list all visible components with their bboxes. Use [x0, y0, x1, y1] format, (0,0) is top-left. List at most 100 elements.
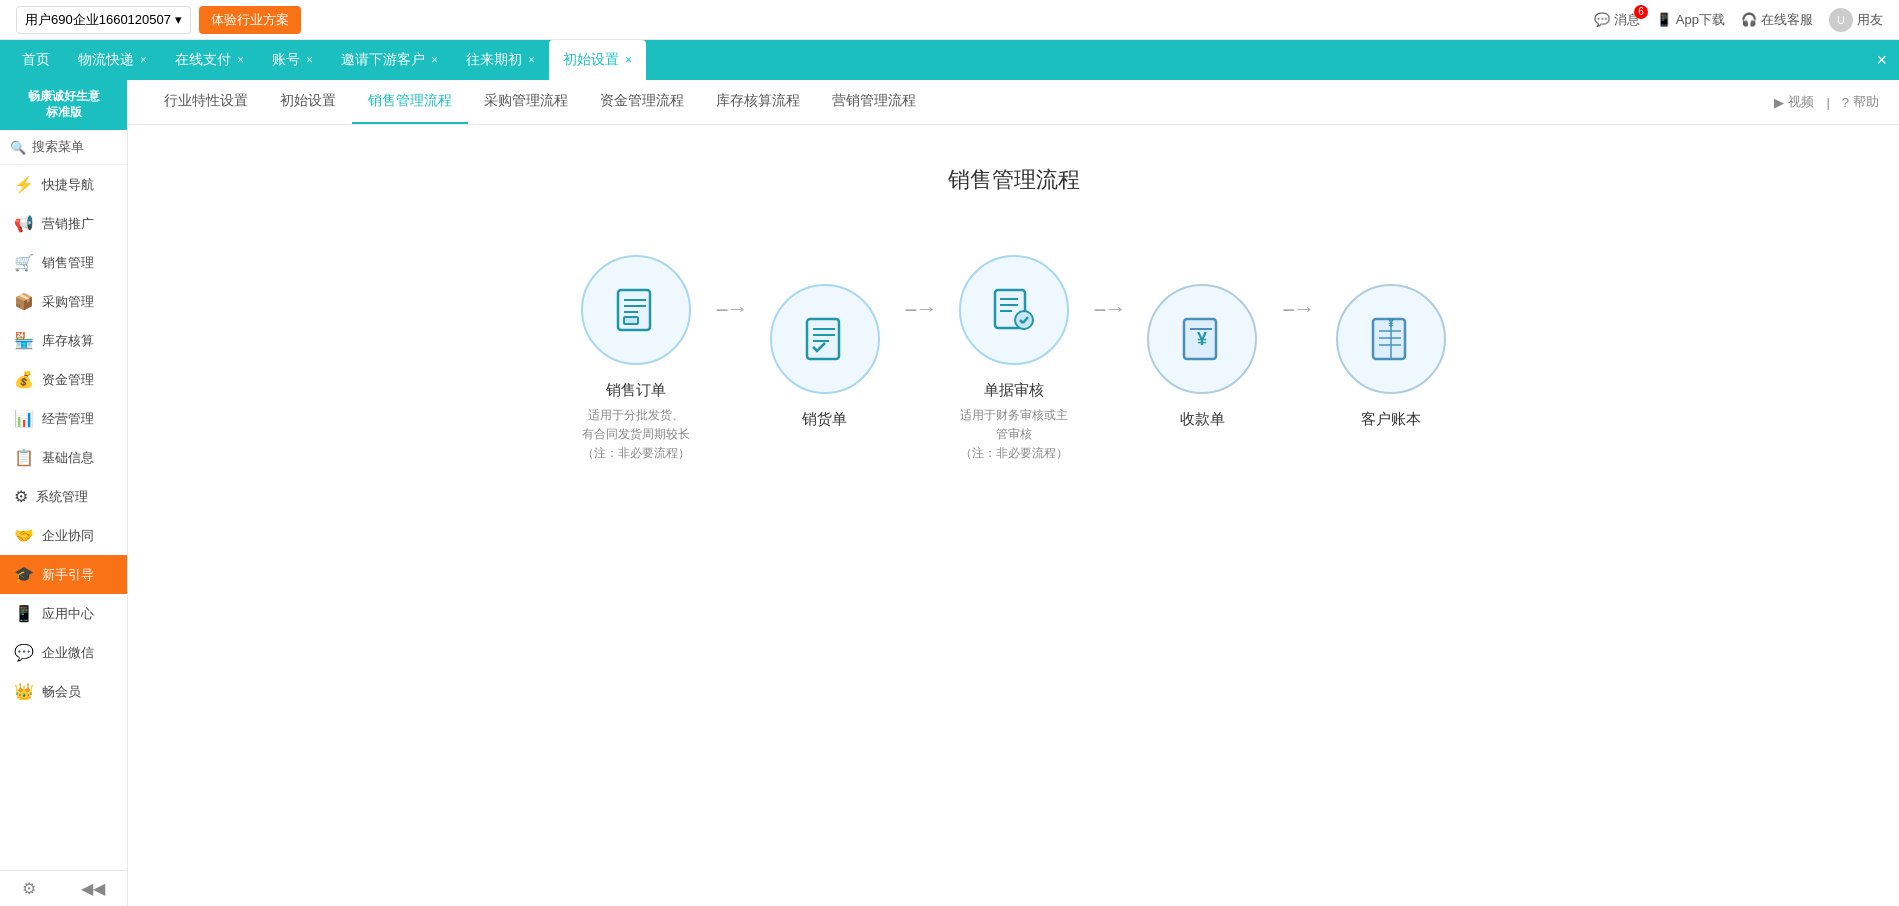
sidebar-items: ⚡ 快捷导航 📢 营销推广 🛒 销售管理 📦 采购管理 🏪 库存核算 💰 — [0, 165, 127, 870]
nav-tab-home-label: 首页 — [22, 51, 50, 69]
nav-tab-invite-close[interactable]: × — [431, 53, 438, 67]
message-icon: 💬 — [1594, 12, 1610, 27]
nav-tab-invite[interactable]: 邀请下游客户 × — [327, 40, 452, 80]
sub-tab-inventory-flow[interactable]: 库存核算流程 — [700, 80, 816, 124]
nav-tab-payment-close[interactable]: × — [237, 53, 244, 67]
sub-tabs: 行业特性设置 初始设置 销售管理流程 采购管理流程 资金管理流程 库存核算流程 … — [128, 80, 1899, 125]
nav-tab-payment[interactable]: 在线支付 × — [161, 40, 258, 80]
flow-arrow-2: - - → — [905, 296, 934, 322]
flow-step-receipt[interactable]: ¥ 收款单 — [1122, 284, 1282, 435]
trial-button[interactable]: 体验行业方案 — [199, 6, 301, 34]
step-name-ledger: 客户账本 — [1361, 410, 1421, 429]
nav-tab-period[interactable]: 往来期初 × — [452, 40, 549, 80]
sub-tab-purchase-flow[interactable]: 采购管理流程 — [468, 80, 584, 124]
step-name-audit: 单据审核 — [984, 381, 1044, 400]
sidebar-item-inventory[interactable]: 🏪 库存核算 — [0, 321, 127, 360]
sub-tab-industry-settings[interactable]: 行业特性设置 — [148, 80, 264, 124]
headset-icon: 🎧 — [1741, 12, 1757, 27]
sub-tab-init-settings[interactable]: 初始设置 — [264, 80, 352, 124]
nav-tab-account[interactable]: 账号 × — [258, 40, 327, 80]
video-help-button[interactable]: ▶ 视频 — [1774, 93, 1814, 111]
sub-tabs-right: ▶ 视频 | ? 帮助 — [1774, 93, 1879, 111]
step-name-delivery: 销货单 — [802, 410, 847, 429]
nav-tab-init-label: 初始设置 — [563, 51, 619, 69]
sub-tab-capital-flow[interactable]: 资金管理流程 — [584, 80, 700, 124]
sidebar-item-newbie[interactable]: 🎓 新手引导 — [0, 555, 127, 594]
sidebar-item-sales-mgmt[interactable]: 🛒 销售管理 — [0, 243, 127, 282]
flow-step-ledger[interactable]: ¥ 客户账本 — [1311, 284, 1471, 435]
enterprise-wechat-icon: 💬 — [14, 643, 34, 662]
ledger-icon: ¥ — [1365, 313, 1417, 365]
delivery-icon — [799, 313, 851, 365]
nav-tab-period-close[interactable]: × — [528, 53, 535, 67]
enterprise-collab-icon: 🤝 — [14, 526, 34, 545]
user-selector[interactable]: 用户690企业1660120507 ▾ — [16, 6, 191, 34]
sidebar-item-marketing-promo[interactable]: 📢 营销推广 — [0, 204, 127, 243]
sidebar-search-button[interactable]: 🔍 搜索菜单 — [0, 130, 127, 165]
quick-nav-icon: ⚡ — [14, 175, 34, 194]
search-icon: 🔍 — [10, 140, 26, 155]
top-bar-right: 💬 消息 6 📱 App下载 🎧 在线客服 U 用友 — [1594, 8, 1883, 32]
flow-arrow-1: - - → — [716, 296, 745, 322]
sub-tab-sales-flow[interactable]: 销售管理流程 — [352, 80, 468, 124]
sidebar-item-basic-info[interactable]: 📋 基础信息 — [0, 438, 127, 477]
nav-tab-invite-label: 邀请下游客户 — [341, 51, 425, 69]
sidebar-bottom: ⚙ ◀◀ — [0, 870, 127, 906]
step-name-sales-order: 销售订单 — [606, 381, 666, 400]
nav-tab-init-close[interactable]: × — [625, 53, 632, 67]
sidebar-item-purchase-mgmt[interactable]: 📦 采购管理 — [0, 282, 127, 321]
vip-icon: 👑 — [14, 682, 34, 701]
content-area: 行业特性设置 初始设置 销售管理流程 采购管理流程 资金管理流程 库存核算流程 … — [128, 80, 1899, 906]
collapse-sidebar-button[interactable]: ◀◀ — [81, 879, 105, 898]
sidebar-item-sys-mgmt[interactable]: ⚙ 系统管理 — [0, 477, 127, 516]
message-button[interactable]: 💬 消息 6 — [1594, 11, 1640, 29]
online-service-button[interactable]: 🎧 在线客服 — [1741, 11, 1813, 29]
step-circle-audit — [959, 255, 1069, 365]
sidebar-logo-text: 畅康诚好生意 标准版 — [28, 89, 100, 120]
flow-step-audit[interactable]: 单据审核 适用于财务审核或主管审核（注：非必要流程） — [934, 255, 1094, 464]
settings-bottom-icon[interactable]: ⚙ — [22, 879, 36, 898]
avatar: U — [1829, 8, 1853, 32]
sidebar-logo: 畅康诚好生意 标准版 — [0, 80, 127, 130]
flow-content: 销售管理流程 销售订单 适用于分批发货、有合同发货周期较长（注 — [128, 125, 1899, 906]
nav-tab-account-close[interactable]: × — [306, 53, 313, 67]
sidebar-item-operations[interactable]: 📊 经营管理 — [0, 399, 127, 438]
step-circle-ledger: ¥ — [1336, 284, 1446, 394]
sidebar: 畅康诚好生意 标准版 🔍 搜索菜单 ⚡ 快捷导航 📢 营销推广 🛒 销售管理 📦 — [0, 80, 128, 906]
flow-arrow-4: - - → — [1282, 296, 1311, 322]
top-bar-left: 用户690企业1660120507 ▾ 体验行业方案 — [16, 6, 301, 34]
flow-title: 销售管理流程 — [948, 165, 1080, 195]
sub-tab-marketing-flow[interactable]: 营销管理流程 — [816, 80, 932, 124]
sidebar-item-enterprise-wechat[interactable]: 💬 企业微信 — [0, 633, 127, 672]
nav-tab-logistics[interactable]: 物流快递 × — [64, 40, 161, 80]
finance-icon: 💰 — [14, 370, 34, 389]
top-bar: 用户690企业1660120507 ▾ 体验行业方案 💬 消息 6 📱 App下… — [0, 0, 1899, 40]
step-name-receipt: 收款单 — [1180, 410, 1225, 429]
nav-tab-logistics-close[interactable]: × — [140, 53, 147, 67]
sidebar-item-enterprise-collab[interactable]: 🤝 企业协同 — [0, 516, 127, 555]
marketing-promo-icon: 📢 — [14, 214, 34, 233]
inventory-icon: 🏪 — [14, 331, 34, 350]
sidebar-item-vip[interactable]: 👑 畅会员 — [0, 672, 127, 711]
sidebar-item-quick-nav[interactable]: ⚡ 快捷导航 — [0, 165, 127, 204]
flow-step-sales-order[interactable]: 销售订单 适用于分批发货、有合同发货周期较长（注：非必要流程） — [556, 255, 716, 464]
flow-step-delivery[interactable]: 销货单 — [745, 284, 905, 435]
sidebar-item-finance[interactable]: 💰 资金管理 — [0, 360, 127, 399]
nav-tab-home[interactable]: 首页 — [8, 40, 64, 80]
operations-icon: 📊 — [14, 409, 34, 428]
sidebar-item-app-center[interactable]: 📱 应用中心 — [0, 594, 127, 633]
svg-rect-4 — [624, 317, 638, 324]
svg-text:¥: ¥ — [1197, 329, 1207, 349]
sys-mgmt-icon: ⚙ — [14, 487, 28, 506]
app-download-button[interactable]: 📱 App下载 — [1656, 11, 1725, 29]
svg-rect-5 — [807, 319, 839, 359]
help-button[interactable]: ? 帮助 — [1842, 93, 1879, 111]
user-avatar-button[interactable]: U 用友 — [1829, 8, 1883, 32]
step-circle-sales-order — [581, 255, 691, 365]
newbie-icon: 🎓 — [14, 565, 34, 584]
nav-tab-init[interactable]: 初始设置 × — [549, 40, 646, 80]
chevron-down-icon: ▾ — [175, 12, 182, 27]
flow-steps: 销售订单 适用于分批发货、有合同发货周期较长（注：非必要流程） - - → — [188, 255, 1839, 464]
message-badge: 6 — [1634, 5, 1648, 19]
nav-bar-close-icon[interactable]: × — [1876, 50, 1887, 71]
